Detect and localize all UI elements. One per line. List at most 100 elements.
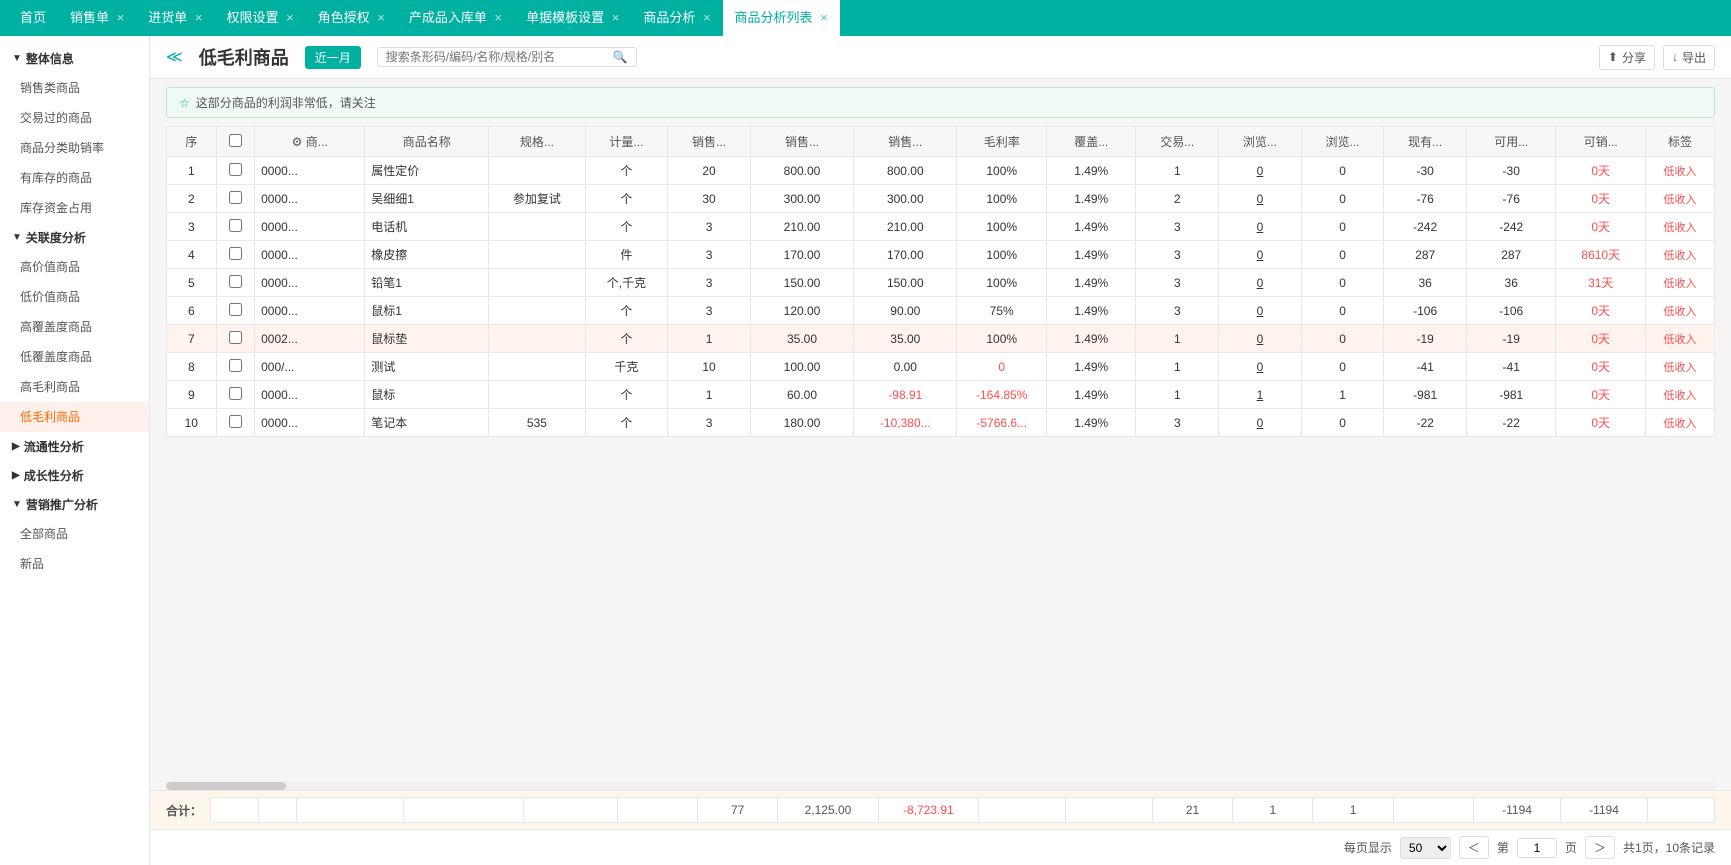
- sidebar-item-low-gross[interactable]: 低毛利商品: [0, 402, 149, 432]
- horizontal-scrollbar[interactable]: [166, 782, 1715, 790]
- nav-product-analysis[interactable]: 商品分析 ×: [631, 0, 722, 36]
- cell-tag: 低收入: [1646, 381, 1715, 409]
- sidebar-item-all-products[interactable]: 全部商品: [0, 519, 149, 549]
- row-checkbox[interactable]: [229, 219, 242, 232]
- cell-gross-rate: 100%: [957, 325, 1047, 353]
- cell-check[interactable]: [216, 353, 255, 381]
- sidebar-group-relevance[interactable]: ▼ 关联度分析: [0, 223, 149, 252]
- table-header-row: 序 ⚙ 商... 商品名称 规格... 计量... 销售... 销售... 销售…: [167, 127, 1715, 157]
- chevron-down-icon: ▼: [12, 53, 22, 64]
- cell-view1[interactable]: 0: [1219, 297, 1302, 325]
- row-checkbox[interactable]: [229, 247, 242, 260]
- sidebar-group-circulation[interactable]: ▶ 流通性分析: [0, 432, 149, 461]
- row-checkbox[interactable]: [229, 387, 242, 400]
- cell-check[interactable]: [216, 297, 255, 325]
- sidebar-item-new-products[interactable]: 新品: [0, 549, 149, 579]
- sidebar-item-low-value[interactable]: 低价值商品: [0, 282, 149, 312]
- cell-check[interactable]: [216, 381, 255, 409]
- nav-purchase[interactable]: 进货单 ×: [136, 0, 214, 36]
- nav-permissions[interactable]: 权限设置 ×: [214, 0, 305, 36]
- table-row: 9 0000... 鼠标 个 1 60.00 -98.91 -164.85% 1…: [167, 381, 1715, 409]
- close-icon[interactable]: ×: [495, 10, 503, 25]
- sidebar-item-high-value[interactable]: 高价值商品: [0, 252, 149, 282]
- nav-analysis-list[interactable]: 商品分析列表 ×: [723, 0, 840, 36]
- row-checkbox[interactable]: [229, 191, 242, 204]
- sidebar-item-low-coverage[interactable]: 低覆盖度商品: [0, 342, 149, 372]
- cell-check[interactable]: [216, 269, 255, 297]
- close-icon[interactable]: ×: [377, 10, 385, 25]
- close-icon[interactable]: ×: [820, 10, 828, 25]
- chevron-down-icon: ▼: [12, 499, 22, 510]
- cell-trade: 1: [1136, 157, 1219, 185]
- nav-sales[interactable]: 销售单 ×: [58, 0, 136, 36]
- page-suffix: 页: [1565, 839, 1577, 856]
- search-input[interactable]: [386, 50, 613, 64]
- close-icon[interactable]: ×: [703, 10, 711, 25]
- nav-template-settings[interactable]: 单据模板设置 ×: [514, 0, 631, 36]
- search-icon[interactable]: 🔍: [613, 50, 628, 64]
- cell-sales-qty: 3: [668, 269, 751, 297]
- col-header-check[interactable]: [216, 127, 255, 157]
- nav-product-inbound[interactable]: 产成品入库单 ×: [397, 0, 514, 36]
- cell-view1[interactable]: 0: [1219, 185, 1302, 213]
- cell-current: -106: [1384, 297, 1467, 325]
- cell-view1[interactable]: 0: [1219, 325, 1302, 353]
- settings-icon[interactable]: ⚙: [292, 135, 303, 149]
- close-icon[interactable]: ×: [195, 10, 203, 25]
- next-page-button[interactable]: ＞: [1585, 836, 1615, 859]
- sidebar-item-high-gross[interactable]: 高毛利商品: [0, 372, 149, 402]
- sidebar-group-marketing[interactable]: ▼ 营销推广分析: [0, 490, 149, 519]
- cell-check[interactable]: [216, 185, 255, 213]
- close-icon[interactable]: ×: [117, 10, 125, 25]
- cell-view1[interactable]: 0: [1219, 353, 1302, 381]
- cell-check[interactable]: [216, 409, 255, 437]
- cell-check[interactable]: [216, 241, 255, 269]
- col-header-trade: 交易...: [1136, 127, 1219, 157]
- date-filter-button[interactable]: 近一月: [305, 46, 361, 69]
- select-all-checkbox[interactable]: [229, 134, 242, 147]
- cell-view1[interactable]: 0: [1219, 213, 1302, 241]
- notice-bar: ☆ 这部分商品的利润非常低，请关注: [166, 87, 1715, 118]
- cell-name: 测试: [365, 353, 489, 381]
- col-header-settings[interactable]: ⚙ 商...: [255, 127, 365, 157]
- row-checkbox[interactable]: [229, 359, 242, 372]
- cell-view1[interactable]: 0: [1219, 157, 1302, 185]
- nav-home[interactable]: 首页: [8, 0, 58, 36]
- sidebar-group-label: 营销推广分析: [26, 496, 98, 513]
- cell-check[interactable]: [216, 213, 255, 241]
- sidebar-item-inventory-capital[interactable]: 库存资金占用: [0, 193, 149, 223]
- close-icon[interactable]: ×: [286, 10, 294, 25]
- cell-view1[interactable]: 1: [1219, 381, 1302, 409]
- sidebar-item-category-rate[interactable]: 商品分类助销率: [0, 133, 149, 163]
- prev-page-button[interactable]: ＜: [1459, 836, 1489, 859]
- cell-view1[interactable]: 0: [1219, 409, 1302, 437]
- export-button[interactable]: ↓ 导出: [1663, 45, 1715, 70]
- sidebar-group-overall[interactable]: ▼ 整体信息: [0, 44, 149, 73]
- cell-gross-rate: 100%: [957, 269, 1047, 297]
- close-icon[interactable]: ×: [612, 10, 620, 25]
- sidebar-group-growth[interactable]: ▶ 成长性分析: [0, 461, 149, 490]
- sidebar-item-sales-products[interactable]: 销售类商品: [0, 73, 149, 103]
- collapse-sidebar-icon[interactable]: ≪: [166, 47, 183, 67]
- cell-trade: 3: [1136, 409, 1219, 437]
- cell-check[interactable]: [216, 157, 255, 185]
- cell-check[interactable]: [216, 325, 255, 353]
- per-page-select[interactable]: 50 100 200: [1400, 837, 1451, 859]
- row-checkbox[interactable]: [229, 415, 242, 428]
- sidebar-item-traded-products[interactable]: 交易过的商品: [0, 103, 149, 133]
- cell-no: 5: [167, 269, 217, 297]
- sidebar-item-high-coverage[interactable]: 高覆盖度商品: [0, 312, 149, 342]
- cell-sellable: 31天: [1556, 269, 1646, 297]
- page-number-input[interactable]: [1517, 838, 1557, 858]
- row-checkbox[interactable]: [229, 163, 242, 176]
- scrollbar-thumb[interactable]: [166, 782, 286, 790]
- row-checkbox[interactable]: [229, 331, 242, 344]
- cell-view1[interactable]: 0: [1219, 241, 1302, 269]
- cell-view1[interactable]: 0: [1219, 269, 1302, 297]
- share-button[interactable]: ⬆ 分享: [1599, 45, 1655, 70]
- share-icon: ⬆: [1608, 50, 1618, 64]
- row-checkbox[interactable]: [229, 303, 242, 316]
- row-checkbox[interactable]: [229, 275, 242, 288]
- sidebar-item-in-stock[interactable]: 有库存的商品: [0, 163, 149, 193]
- nav-roles[interactable]: 角色授权 ×: [306, 0, 397, 36]
